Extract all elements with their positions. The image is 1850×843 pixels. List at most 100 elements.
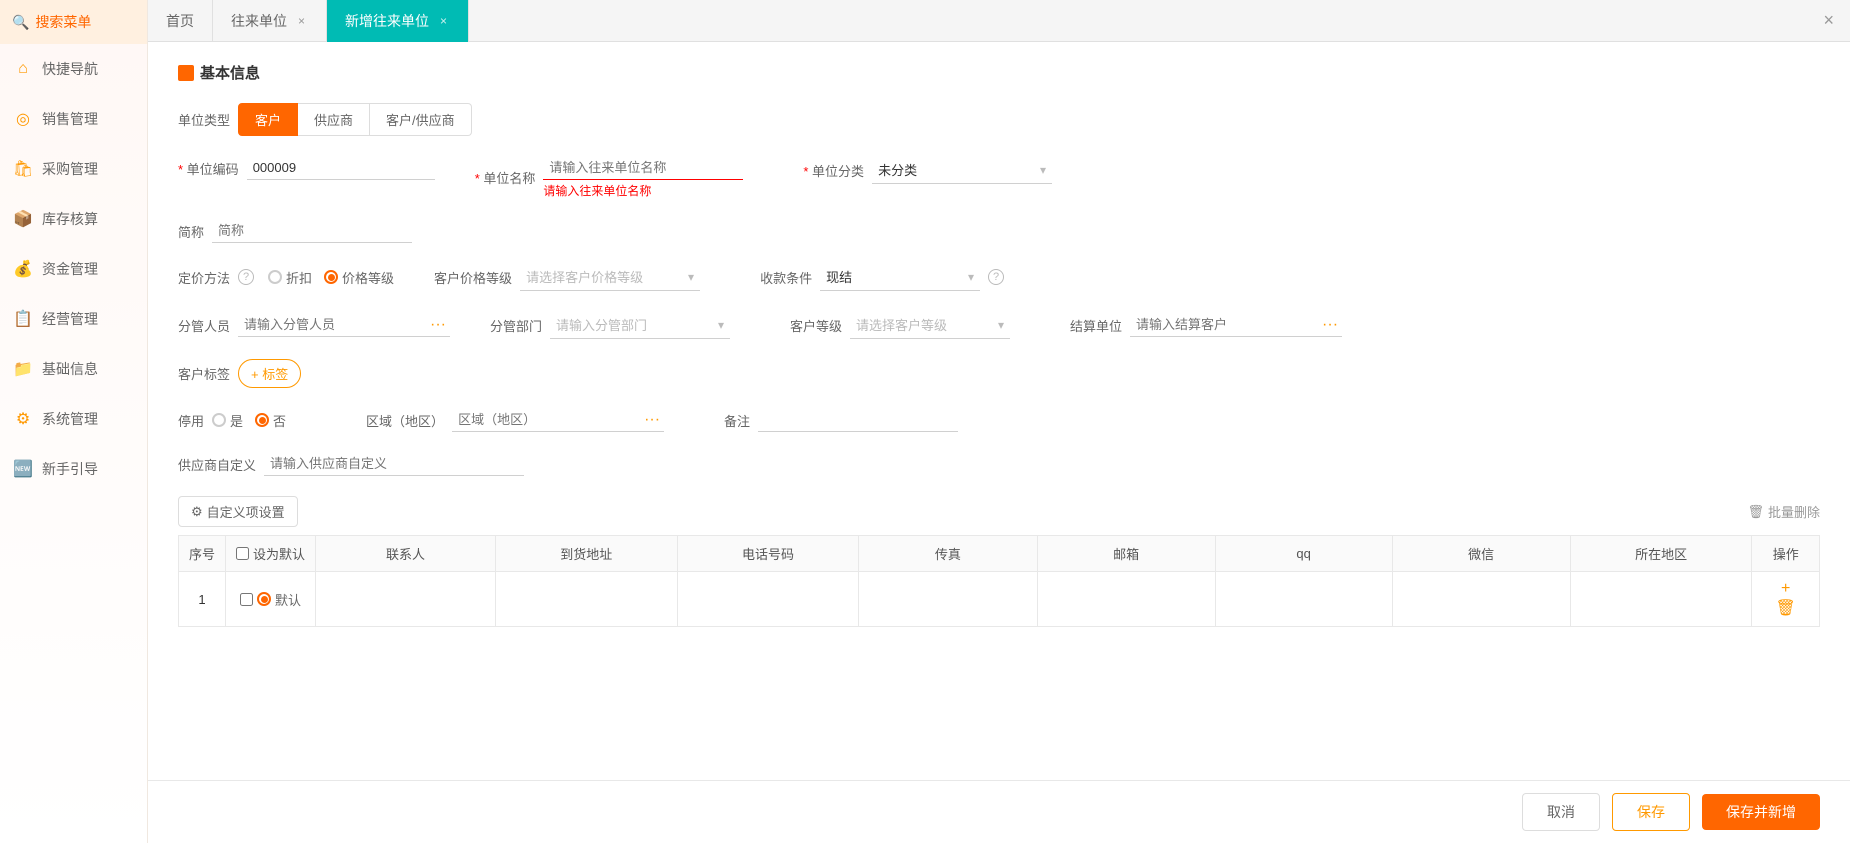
sidebar-item-sales[interactable]: ◎ 销售管理 [0, 94, 147, 144]
manager-row: 分管人员 ··· 分管部门 请输入分管部门 ▾ 客户等级 请选择客户等级 ▾ [178, 311, 1820, 339]
custom-setting-btn[interactable]: ⚙ 自定义项设置 [178, 496, 298, 527]
row-checkbox[interactable] [240, 593, 253, 606]
sidebar-item-guide[interactable]: 🆕 新手引导 [0, 444, 147, 494]
pricing-help-icon[interactable]: ? [238, 269, 254, 285]
unit-type-both-btn[interactable]: 客户/供应商 [370, 103, 472, 136]
cell-wechat [1392, 572, 1570, 627]
table-header-row: 序号 设为默认 联系人 到货地址 电话号码 传真 邮箱 qq [179, 536, 1820, 572]
unit-code-input[interactable] [247, 156, 435, 180]
add-tag-btn[interactable]: + 标签 [238, 359, 301, 388]
region-input[interactable] [1581, 592, 1742, 607]
tab-new-partner-close[interactable]: × [437, 13, 450, 29]
sidebar-item-operations[interactable]: 📋 经营管理 [0, 294, 147, 344]
cell-address [495, 572, 677, 627]
disabled-no[interactable]: 否 [255, 411, 286, 430]
department-label: 分管部门 [490, 316, 542, 335]
unit-type-label: 单位类型 [178, 110, 230, 129]
phone-input[interactable] [688, 592, 849, 607]
region-input[interactable] [452, 408, 640, 431]
inventory-icon: 📦 [12, 208, 34, 230]
level-radio-dot [328, 274, 335, 281]
col-actions: 操作 [1752, 536, 1820, 572]
pricing-method-field: 定价方法 ? 折扣 价格等级 [178, 268, 394, 287]
pricing-radio-level[interactable]: 价格等级 [324, 268, 394, 287]
payment-terms-select[interactable]: 现结 ▾ [820, 263, 980, 291]
short-name-input[interactable] [212, 219, 412, 243]
qq-input[interactable] [1226, 592, 1382, 607]
sidebar-item-inventory[interactable]: 📦 库存核算 [0, 194, 147, 244]
unit-type-customer-btn[interactable]: 客户 [238, 103, 298, 136]
cancel-button[interactable]: 取消 [1522, 793, 1600, 831]
save-new-button[interactable]: 保存并新增 [1702, 794, 1820, 830]
region-dots-btn[interactable]: ··· [640, 409, 664, 431]
disabled-no-dot [259, 417, 266, 424]
payment-terms-value: 现结 [826, 267, 852, 286]
manager-input[interactable] [238, 313, 426, 336]
payment-terms-help-icon[interactable]: ? [988, 269, 1004, 285]
discount-label: 折扣 [286, 268, 312, 287]
pricing-radio-discount[interactable]: 折扣 [268, 268, 312, 287]
department-placeholder: 请输入分管部门 [556, 315, 647, 334]
sidebar-search[interactable]: 🔍 搜索菜单 [0, 0, 147, 44]
wechat-input[interactable] [1403, 592, 1560, 607]
col-fax: 传真 [859, 536, 1037, 572]
add-row-btn[interactable]: + [1777, 580, 1794, 598]
customer-level-label: 客户等级 [790, 316, 842, 335]
window-close-btn[interactable]: × [1807, 10, 1850, 31]
delete-row-btn[interactable]: 🗑 [1772, 598, 1800, 618]
row-default-dot [261, 596, 268, 603]
disabled-yes[interactable]: 是 [212, 411, 243, 430]
cell-email [1037, 572, 1215, 627]
cancel-label: 取消 [1547, 804, 1575, 820]
region-field: 区域（地区） ··· [366, 408, 664, 432]
select-all-checkbox[interactable] [236, 547, 249, 560]
sidebar-item-purchase[interactable]: 🛍 采购管理 [0, 144, 147, 194]
chevron-down-icon: ▾ [998, 318, 1004, 332]
tab-new-partner[interactable]: 新增往来单位 × [327, 0, 469, 42]
remark-input[interactable] [758, 408, 958, 432]
batch-delete-label: 批量删除 [1768, 502, 1820, 521]
remark-label: 备注 [724, 411, 750, 430]
contact-input[interactable] [326, 592, 485, 607]
row-default-radio[interactable]: 默认 [257, 590, 301, 609]
sidebar-item-label: 经营管理 [42, 309, 98, 329]
unit-category-label: 单位分类 [803, 161, 864, 180]
unit-name-input[interactable] [543, 156, 743, 180]
department-select[interactable]: 请输入分管部门 ▾ [550, 311, 730, 339]
save-button[interactable]: 保存 [1612, 793, 1690, 831]
settlement-input[interactable] [1130, 313, 1318, 336]
address-input[interactable] [506, 592, 667, 607]
customer-price-level-placeholder: 请选择客户价格等级 [526, 267, 643, 286]
add-tag-label: + 标签 [251, 364, 288, 383]
sidebar-item-label: 快捷导航 [42, 59, 98, 79]
chevron-down-icon: ▾ [968, 270, 974, 284]
sidebar-item-finance[interactable]: 💰 资金管理 [0, 244, 147, 294]
unit-name-error: 请输入往来单位名称 [543, 182, 743, 199]
code-name-cat-row: 单位编码 单位名称 请输入往来单位名称 单位分类 未分类 ▾ [178, 156, 1820, 199]
unit-category-select[interactable]: 未分类 ▾ [872, 156, 1052, 184]
fax-input[interactable] [869, 592, 1026, 607]
batch-delete-btn[interactable]: 🗑 批量删除 [1747, 502, 1820, 521]
manager-dots-btn[interactable]: ··· [426, 314, 450, 336]
tab-home[interactable]: 首页 [148, 0, 213, 42]
manager-input-group: ··· [238, 313, 450, 337]
contacts-table: 序号 设为默认 联系人 到货地址 电话号码 传真 邮箱 qq [178, 535, 1820, 627]
tab-partners[interactable]: 往来单位 × [213, 0, 327, 42]
sidebar-item-quick-nav[interactable]: ⌂ 快捷导航 [0, 44, 147, 94]
unit-type-supplier-btn[interactable]: 供应商 [298, 103, 370, 136]
cell-actions: + 🗑 [1752, 572, 1820, 627]
email-input[interactable] [1048, 592, 1205, 607]
payment-terms-field: 收款条件 现结 ▾ ? [760, 263, 1004, 291]
sidebar-item-basic-info[interactable]: 📁 基础信息 [0, 344, 147, 394]
sidebar-item-system[interactable]: ⚙ 系统管理 [0, 394, 147, 444]
short-name-label: 简称 [178, 222, 204, 241]
settlement-dots-btn[interactable]: ··· [1318, 314, 1342, 336]
bottom-bar: 取消 保存 保存并新增 [148, 780, 1850, 843]
settlement-label: 结算单位 [1070, 316, 1122, 335]
customer-price-level-select[interactable]: 请选择客户价格等级 ▾ [520, 263, 700, 291]
supplier-custom-input[interactable] [264, 452, 524, 476]
customer-level-select[interactable]: 请选择客户等级 ▾ [850, 311, 1010, 339]
tab-partners-close[interactable]: × [295, 13, 308, 29]
unit-name-label: 单位名称 [475, 168, 536, 187]
contacts-table-section: ⚙ 自定义项设置 🗑 批量删除 序号 设为默认 [178, 496, 1820, 627]
